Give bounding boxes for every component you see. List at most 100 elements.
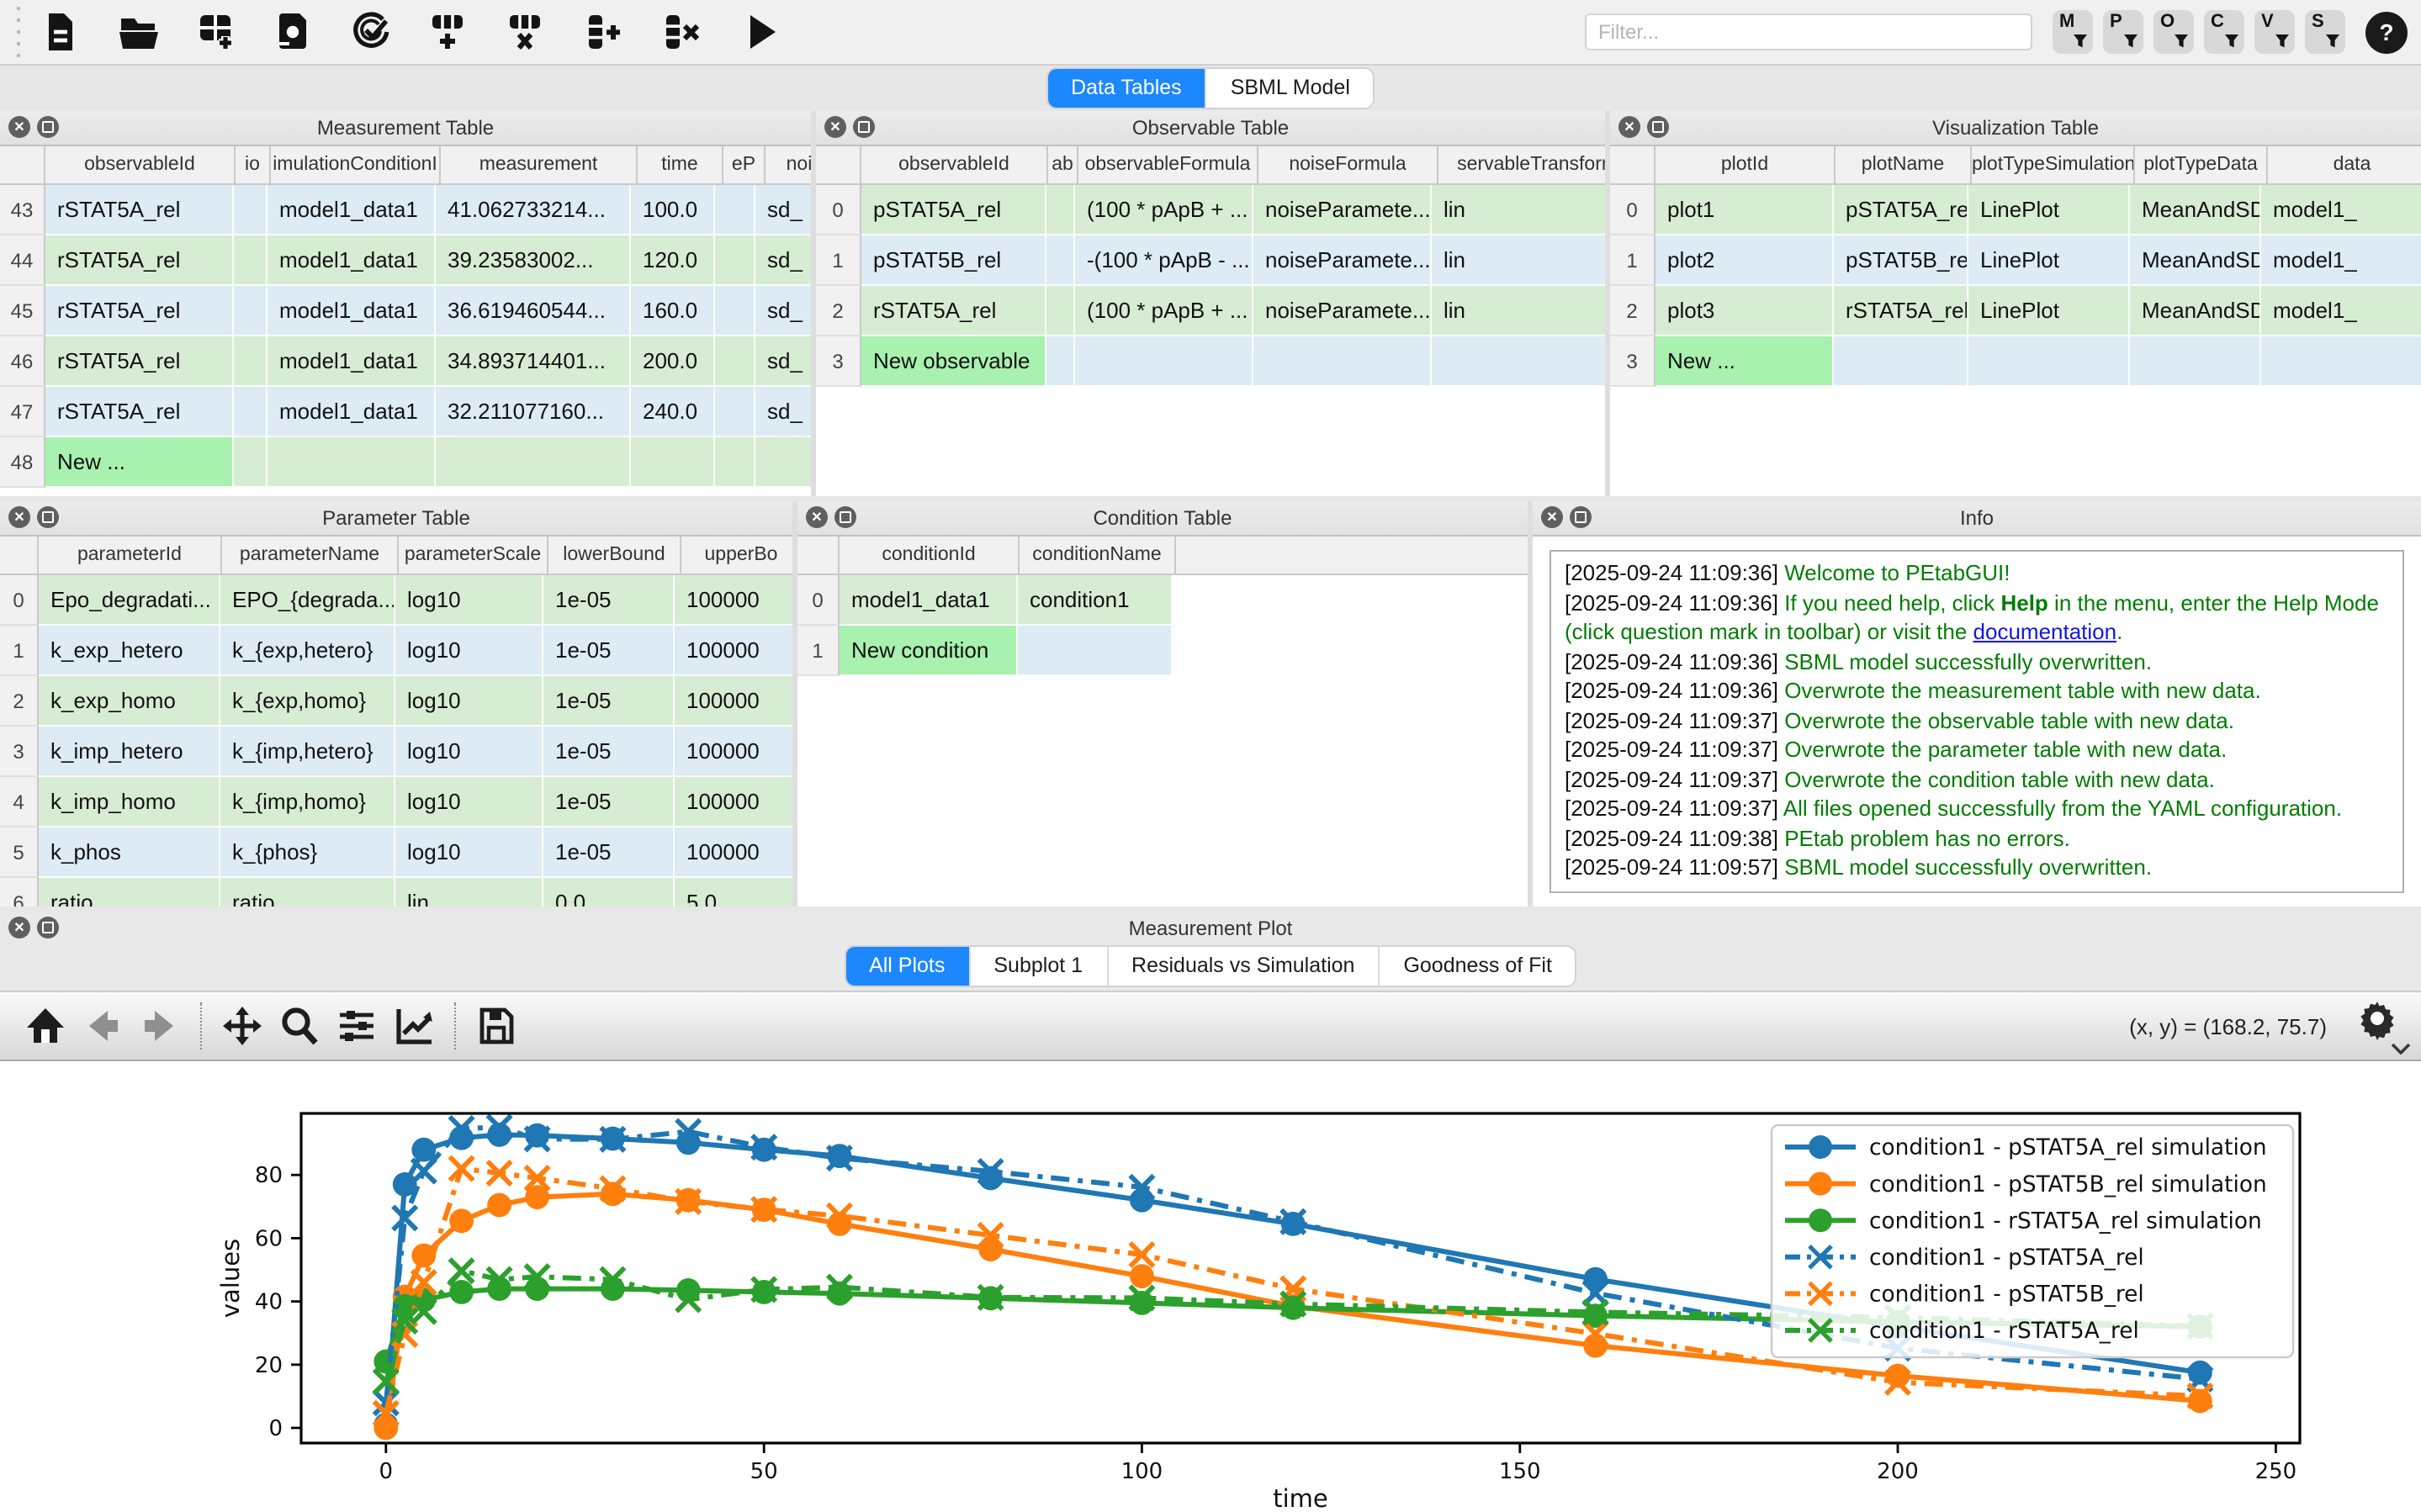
table-cell[interactable]: sd_ — [755, 336, 811, 387]
table-cell[interactable] — [2261, 336, 2421, 387]
tab-data-tables[interactable]: Data Tables — [1047, 68, 1207, 107]
table-cell[interactable] — [1432, 336, 1605, 387]
table-cell[interactable] — [715, 336, 755, 387]
table-cell[interactable]: MeanAndSD — [2130, 185, 2261, 235]
table-cell[interactable]: 240.0 — [631, 387, 715, 437]
table-cell[interactable]: pSTAT5A_rel — [861, 185, 1046, 235]
row-index[interactable]: 3 — [1610, 336, 1655, 387]
column-header[interactable]: plotTypeSimulation — [1972, 146, 2135, 183]
float-icon[interactable] — [37, 116, 59, 138]
table-cell[interactable]: 36.619460544... — [436, 286, 631, 336]
table-cell[interactable]: k_{exp,homo} — [220, 676, 395, 727]
table-cell[interactable]: 100000 — [675, 626, 792, 676]
table-cell[interactable]: New condition — [840, 626, 1018, 676]
edit-axes-icon[interactable] — [385, 1001, 442, 1051]
table-cell[interactable] — [234, 185, 268, 235]
delete-column-icon[interactable] — [656, 8, 703, 56]
table-cell[interactable] — [755, 437, 811, 488]
table-cell[interactable]: 5.0 — [675, 878, 792, 907]
table-cell[interactable]: rSTAT5A_rel — [45, 235, 234, 286]
table-cell[interactable] — [268, 437, 436, 488]
table-cell[interactable]: EPO_{degrada... — [220, 575, 395, 626]
table-cell[interactable]: model1_ — [2261, 286, 2421, 336]
column-header[interactable]: lowerBound — [548, 537, 681, 574]
table-cell[interactable]: k_{imp,homo} — [220, 777, 395, 827]
add-column-icon[interactable] — [579, 8, 626, 56]
filter-toggle-v[interactable]: V — [2254, 10, 2295, 54]
table-cell[interactable]: k_imp_hetero — [39, 727, 220, 777]
row-index[interactable]: 2 — [1610, 286, 1655, 336]
table-cell[interactable]: k_exp_hetero — [39, 626, 220, 676]
table-cell[interactable]: rSTAT5A_rel — [45, 286, 234, 336]
table-cell[interactable]: New ... — [1655, 336, 1834, 387]
table-cell[interactable]: 120.0 — [631, 235, 715, 286]
table-cell[interactable]: log10 — [395, 827, 543, 878]
row-index[interactable]: 2 — [816, 286, 861, 336]
add-row-icon[interactable] — [424, 8, 471, 56]
table-cell[interactable]: model1_data1 — [268, 387, 436, 437]
table-cell[interactable]: model1_data1 — [268, 235, 436, 286]
column-header[interactable]: plotTypeData — [2135, 146, 2268, 183]
row-index[interactable]: 1 — [797, 626, 840, 676]
save-icon[interactable] — [269, 8, 316, 56]
table-cell[interactable]: rSTAT5A_rel — [45, 336, 234, 387]
float-icon[interactable] — [1570, 506, 1592, 528]
help-button[interactable]: ? — [2365, 11, 2408, 53]
table-cell[interactable]: (100 * pApB + ... — [1075, 286, 1253, 336]
close-icon[interactable]: ✕ — [8, 116, 30, 138]
table-cell[interactable] — [1253, 336, 1432, 387]
table-cell[interactable]: model1_data1 — [840, 575, 1018, 626]
table-cell[interactable]: 160.0 — [631, 286, 715, 336]
table-cell[interactable]: model1_ — [2261, 235, 2421, 286]
table-cell[interactable]: log10 — [395, 727, 543, 777]
settings-gear-icon[interactable] — [2354, 997, 2404, 1055]
table-cell[interactable]: model1_ — [2261, 185, 2421, 235]
open-folder-icon[interactable] — [114, 8, 162, 56]
table-cell[interactable]: 1e-05 — [543, 777, 675, 827]
table-cell[interactable]: pSTAT5B_rel — [861, 235, 1046, 286]
column-header[interactable]: conditionName — [1020, 537, 1176, 574]
log-output[interactable]: [2025-09-24 11:09:36] Welcome to PEtabGU… — [1550, 550, 2404, 893]
table-cell[interactable] — [1046, 235, 1075, 286]
row-index[interactable]: 5 — [0, 827, 39, 878]
table-cell[interactable]: 1e-05 — [543, 676, 675, 727]
row-index[interactable]: 1 — [816, 235, 861, 286]
save-figure-icon[interactable] — [468, 1001, 525, 1051]
column-header[interactable]: ab — [1048, 146, 1078, 183]
column-header[interactable]: observableId — [861, 146, 1048, 183]
table-cell[interactable]: condition1 — [1018, 575, 1173, 626]
table-cell[interactable]: lin — [1432, 286, 1605, 336]
table-cell[interactable] — [234, 387, 268, 437]
plot-tab-all-plots[interactable]: All Plots — [845, 947, 970, 986]
table-cell[interactable]: sd_ — [755, 387, 811, 437]
table-cell[interactable]: 1e-05 — [543, 727, 675, 777]
close-icon[interactable]: ✕ — [8, 917, 30, 938]
table-cell[interactable]: 39.23583002... — [436, 235, 631, 286]
table-cell[interactable] — [1018, 626, 1173, 676]
column-header[interactable]: parameterId — [39, 537, 222, 574]
float-icon[interactable] — [1647, 116, 1669, 138]
column-header[interactable]: upperBo — [681, 537, 792, 574]
column-header[interactable] — [0, 146, 45, 183]
table-cell[interactable]: rSTAT5A_rel — [861, 286, 1046, 336]
column-header[interactable]: servableTransforma — [1438, 146, 1605, 183]
column-header[interactable]: io — [236, 146, 271, 183]
table-cell[interactable]: k_{phos} — [220, 827, 395, 878]
table-cell[interactable]: model1_data1 — [268, 286, 436, 336]
column-header[interactable]: time — [638, 146, 723, 183]
table-cell[interactable] — [715, 437, 755, 488]
zoom-to-rect-icon[interactable] — [271, 1001, 328, 1051]
documentation-link[interactable]: documentation — [1973, 619, 2117, 644]
table-cell[interactable]: log10 — [395, 777, 543, 827]
toolbar-drag-handle[interactable] — [13, 7, 24, 57]
table-cell[interactable]: plot3 — [1655, 286, 1834, 336]
table-cell[interactable]: sd_ — [755, 185, 811, 235]
column-header[interactable]: noi — [766, 146, 811, 183]
column-header[interactable]: parameterScale — [399, 537, 548, 574]
table-cell[interactable]: lin — [1432, 185, 1605, 235]
close-icon[interactable]: ✕ — [1618, 116, 1640, 138]
validate-check-icon[interactable] — [347, 8, 394, 56]
column-header[interactable]: observableFormula — [1078, 146, 1258, 183]
row-index[interactable]: 47 — [0, 387, 45, 437]
float-icon[interactable] — [37, 917, 59, 938]
